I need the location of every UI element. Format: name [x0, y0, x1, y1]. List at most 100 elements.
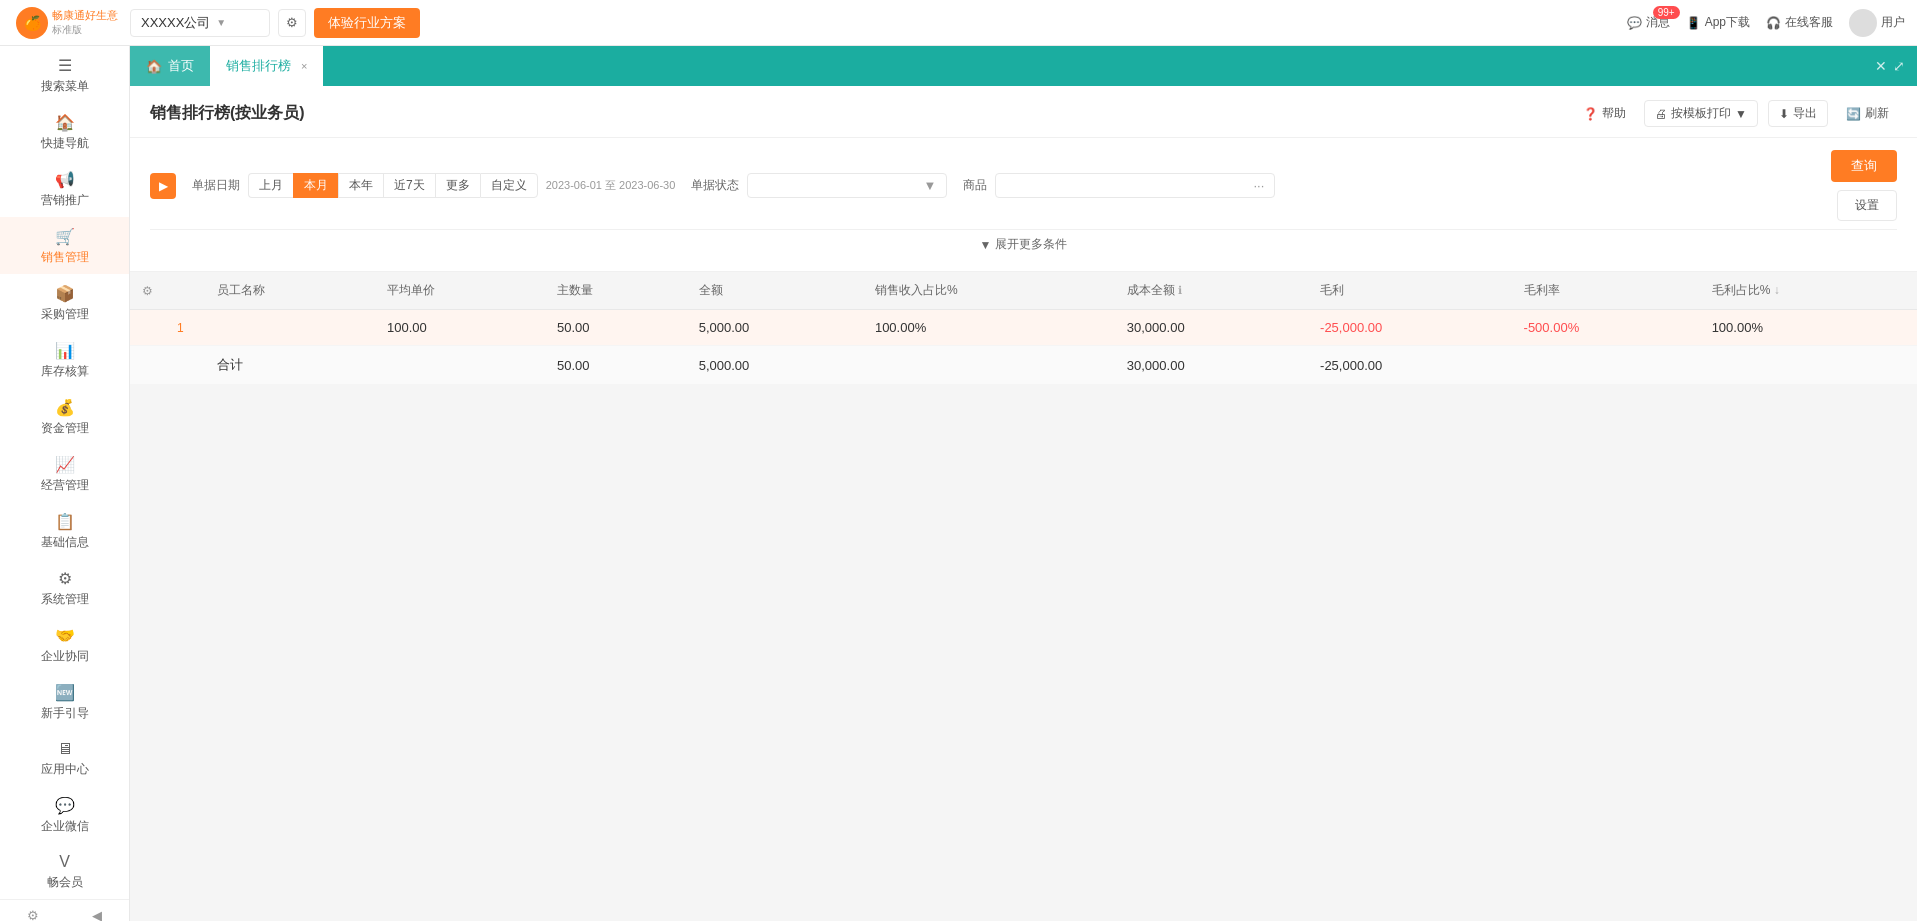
logo-icon: 🍊: [16, 7, 48, 39]
sidebar-item-6[interactable]: 💰 资金管理: [0, 388, 129, 445]
cell-main-qty-0: 50.00: [545, 310, 687, 346]
col-header-settings[interactable]: ⚙: [130, 272, 165, 310]
sidebar-icon-1: 🏠: [55, 113, 75, 132]
app-download-button[interactable]: 📱 App下载: [1686, 14, 1750, 31]
chevron-down-icon: ▼: [1735, 107, 1747, 121]
export-button[interactable]: ⬇ 导出: [1768, 100, 1828, 127]
sidebar-icon-11: 🆕: [55, 683, 75, 702]
sidebar-icon-2: 📢: [55, 170, 75, 189]
filter-expand-row: ▼ 展开更多条件: [150, 229, 1897, 259]
sidebar-icon-5: 📊: [55, 341, 75, 360]
cell-gross-rate-0: -500.00%: [1512, 310, 1700, 346]
cell-name-0: [205, 310, 375, 346]
col-header-cost: 成本全额 ℹ: [1115, 272, 1308, 310]
col-header-name: 员工名称: [205, 272, 375, 310]
window-expand-icon[interactable]: ⤢: [1893, 58, 1905, 74]
query-group: 查询 设置: [1831, 150, 1897, 221]
print-button[interactable]: 🖨 按模板打印 ▼: [1644, 100, 1758, 127]
logo-text-line1: 畅康通好生意: [52, 8, 118, 23]
sidebar-item-4[interactable]: 📦 采购管理: [0, 274, 129, 331]
sidebar-icon-4: 📦: [55, 284, 75, 303]
date-tab-custom[interactable]: 自定义: [480, 173, 538, 198]
trial-button[interactable]: 体验行业方案: [314, 8, 420, 38]
filter-toggle-button[interactable]: ▶: [150, 173, 176, 199]
sidebar-item-13[interactable]: 💬 企业微信: [0, 786, 129, 843]
company-selector[interactable]: XXXXX公司 ▼: [130, 9, 270, 37]
goods-filter-group: 商品 ···: [963, 173, 1275, 198]
query-button[interactable]: 查询: [1831, 150, 1897, 182]
date-tab-current-year[interactable]: 本年: [338, 173, 383, 198]
cell-avg-price-0: 100.00: [375, 310, 545, 346]
sidebar-item-14[interactable]: V 畅会员: [0, 843, 129, 899]
chevron-down-icon: ▼: [980, 238, 992, 252]
date-tab-prev-month[interactable]: 上月: [248, 173, 293, 198]
sidebar-label-4: 采购管理: [41, 306, 89, 323]
col-header-amount: 全额: [687, 272, 863, 310]
sidebar-item-0[interactable]: ☰ 搜索菜单: [0, 46, 129, 103]
date-tab-current-month[interactable]: 本月: [293, 173, 338, 198]
refresh-button[interactable]: 🔄 刷新: [1838, 101, 1897, 126]
headset-icon: 🎧: [1766, 16, 1781, 30]
refresh-icon: 🔄: [1846, 107, 1861, 121]
tab-home-label: 首页: [168, 57, 194, 75]
tab-sales-rank[interactable]: 销售排行榜 ×: [210, 46, 323, 86]
date-filter-group: 单据日期 上月 本月 本年 近7天 更多 自定义 2023-06-01 至 20…: [192, 173, 675, 198]
help-icon: ❓: [1583, 107, 1598, 121]
sidebar-item-9[interactable]: ⚙ 系统管理: [0, 559, 129, 616]
help-button[interactable]: ❓ 帮助: [1575, 101, 1634, 126]
sidebar-label-2: 营销推广: [41, 192, 89, 209]
sidebar-item-1[interactable]: 🏠 快捷导航: [0, 103, 129, 160]
window-close-icon[interactable]: ✕: [1875, 58, 1887, 74]
select-chevron-icon: ▼: [923, 178, 936, 193]
goods-select[interactable]: ···: [995, 173, 1275, 198]
sidebar-label-8: 基础信息: [41, 534, 89, 551]
sidebar-item-7[interactable]: 📈 经营管理: [0, 445, 129, 502]
cell-cost-0: 30,000.00: [1115, 310, 1308, 346]
home-icon: 🏠: [146, 59, 162, 74]
filter-settings-button[interactable]: 设置: [1837, 190, 1897, 221]
sidebar-item-11[interactable]: 🆕 新手引导: [0, 673, 129, 730]
table-footer: 合计 50.00 5,000.00 30,000.00 -25,000.00: [130, 346, 1917, 385]
status-select[interactable]: ▼: [747, 173, 947, 198]
tab-close-icon[interactable]: ×: [301, 60, 307, 72]
status-filter-group: 单据状态 ▼: [691, 173, 947, 198]
sidebar-item-5[interactable]: 📊 库存核算: [0, 331, 129, 388]
user-avatar-button[interactable]: 用户: [1849, 9, 1905, 37]
date-tab-7days[interactable]: 近7天: [383, 173, 435, 198]
online-service-button[interactable]: 🎧 在线客服: [1766, 14, 1833, 31]
sidebar-item-8[interactable]: 📋 基础信息: [0, 502, 129, 559]
col-header-gross-pct: 毛利占比% ↓: [1700, 272, 1917, 310]
sidebar-item-3[interactable]: 🛒 销售管理: [0, 217, 129, 274]
sidebar-item-2[interactable]: 📢 营销推广: [0, 160, 129, 217]
sidebar-item-10[interactable]: 🤝 企业协同: [0, 616, 129, 673]
sidebar-item-12[interactable]: 🖥 应用中心: [0, 730, 129, 786]
logo-text-line2: 标准版: [52, 23, 118, 37]
sidebar-icon-0: ☰: [58, 56, 72, 75]
cell-gross-pct-0: 100.00%: [1700, 310, 1917, 346]
print-icon: 🖨: [1655, 107, 1667, 121]
date-tab-more[interactable]: 更多: [435, 173, 480, 198]
sidebar-collapse-icon[interactable]: ◀: [92, 908, 102, 921]
sidebar-label-3: 销售管理: [41, 249, 89, 266]
column-settings-icon[interactable]: ⚙: [142, 284, 153, 298]
expand-conditions-button[interactable]: ▼ 展开更多条件: [980, 236, 1068, 253]
data-table: ⚙ 员工名称 平均单价 主数量 全额 销售收入占比% 成本全额 ℹ 毛利: [130, 272, 1917, 385]
expand-label: 展开更多条件: [995, 236, 1067, 253]
cell-gross-0: -25,000.00: [1308, 310, 1511, 346]
sidebar-icon-6: 💰: [55, 398, 75, 417]
tab-home[interactable]: 🏠 首页: [130, 46, 210, 86]
message-button[interactable]: 💬 消息 99+: [1627, 14, 1670, 31]
sidebar-label-12: 应用中心: [41, 761, 89, 778]
sidebar-settings-icon[interactable]: ⚙: [27, 908, 39, 921]
status-filter-label: 单据状态: [691, 177, 739, 194]
sidebar-label-14: 畅会员: [47, 874, 83, 891]
col-header-rank: [165, 272, 205, 310]
col-header-sales-pct: 销售收入占比%: [863, 272, 1115, 310]
page-title: 销售排行榜(按业务员): [150, 103, 305, 124]
goods-filter-label: 商品: [963, 177, 987, 194]
date-tabs: 上月 本月 本年 近7天 更多 自定义: [248, 173, 538, 198]
sidebar-label-11: 新手引导: [41, 705, 89, 722]
settings-gear-button[interactable]: ⚙: [278, 9, 306, 37]
footer-amount: 5,000.00: [687, 346, 863, 385]
sidebar-label-13: 企业微信: [41, 818, 89, 835]
